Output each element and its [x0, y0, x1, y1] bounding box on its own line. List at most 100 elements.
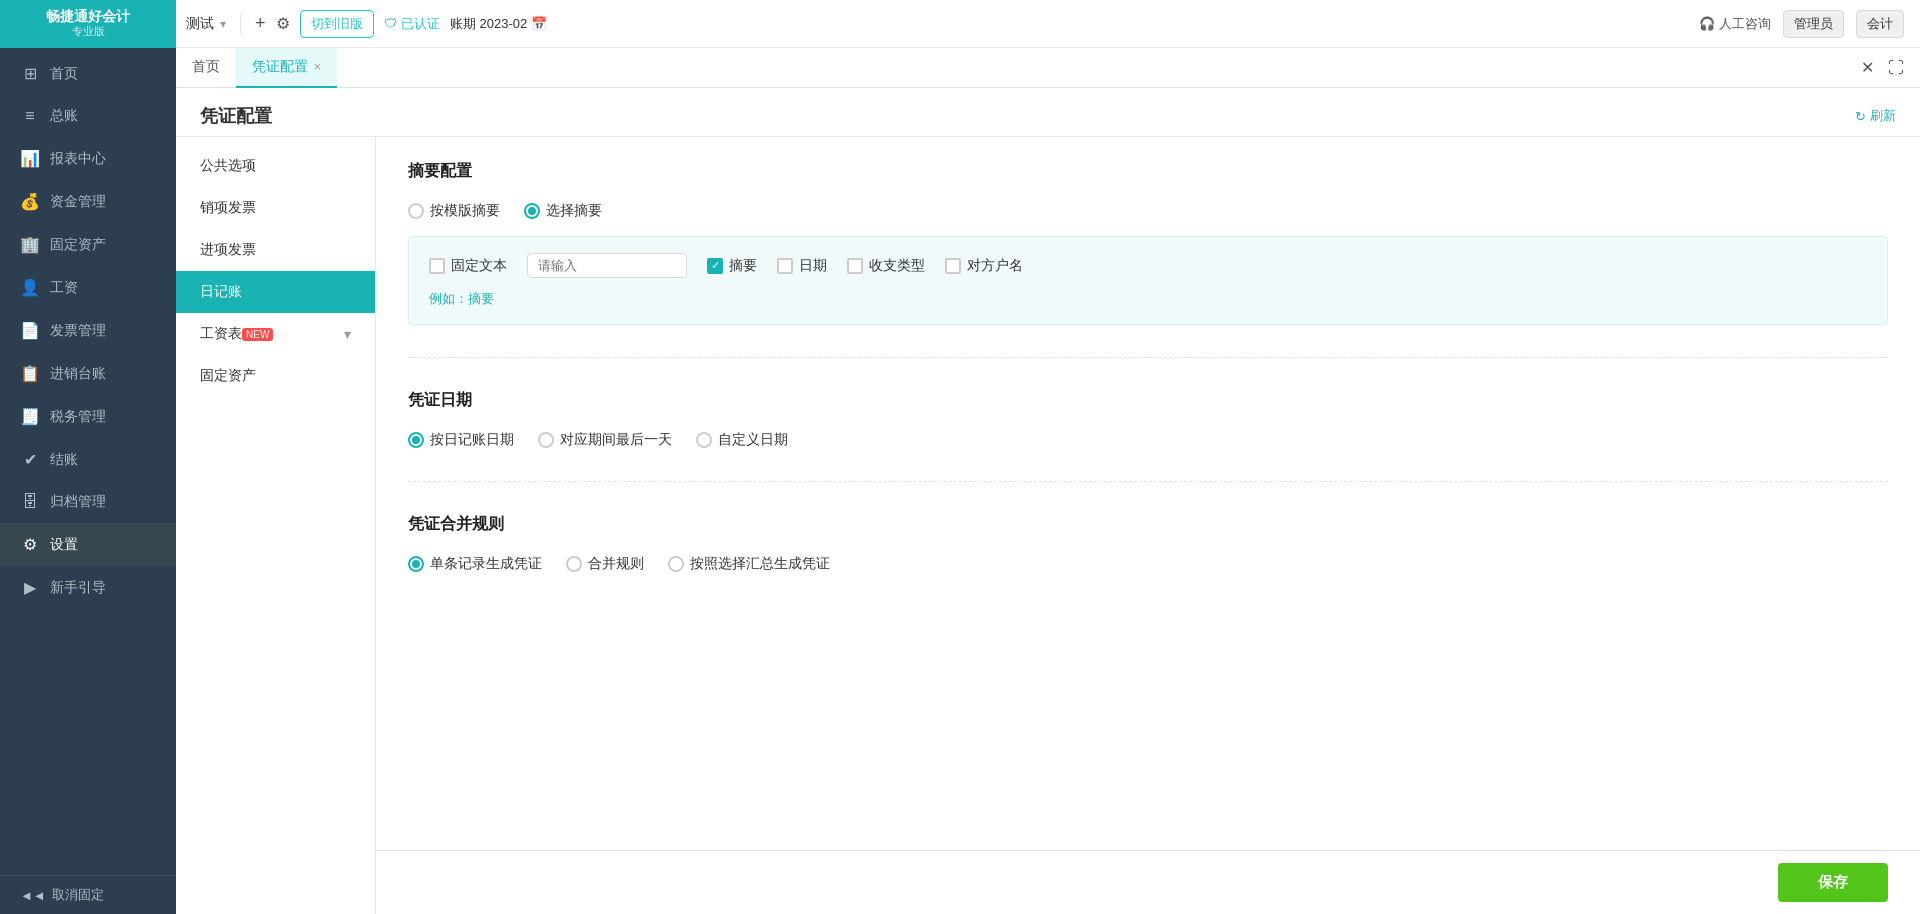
date-radio-custom[interactable]: 自定义日期 — [696, 431, 788, 449]
unpin-btn[interactable]: ◄◄ 取消固定 — [0, 875, 176, 914]
tab-home[interactable]: 首页 — [176, 48, 236, 88]
merge-radio-group: 单条记录生成凭证 合并规则 按照选择汇总生成凭证 — [408, 555, 1888, 573]
sidebar-item-reports[interactable]: 📊 报表中心 — [0, 137, 176, 180]
sidebar-item-home[interactable]: ⊞ 首页 — [0, 52, 176, 95]
tab-home-label: 首页 — [192, 58, 220, 76]
merge-section: 凭证合并规则 单条记录生成凭证 合并规则 — [408, 514, 1888, 605]
date-radio-period-last[interactable]: 对应期间最后一天 — [538, 431, 672, 449]
sidebar-item-label: 发票管理 — [50, 322, 106, 340]
sidebar-item-guide[interactable]: ▶ 新手引导 — [0, 566, 176, 609]
close-tab-btn[interactable]: ✕ — [1857, 54, 1878, 81]
summary-radio-template[interactable]: 按模版摘要 — [408, 202, 500, 220]
date-radio-group: 按日记账日期 对应期间最后一天 自定义日期 — [408, 431, 1888, 449]
radio-template-circle — [408, 203, 424, 219]
settings-icon: ⚙ — [20, 535, 40, 554]
fixed-text-input[interactable] — [527, 253, 687, 278]
fullscreen-btn[interactable]: ⛶ — [1884, 55, 1908, 81]
config-nav-sales-invoice[interactable]: 销项发票 — [176, 187, 375, 229]
period-display: 账期 2023-02 📅 — [450, 15, 548, 33]
expand-icon: ▾ — [344, 326, 351, 342]
radio-custom-circle — [696, 432, 712, 448]
tab-close-btn[interactable]: × — [314, 60, 321, 74]
sidebar-item-purchase-sale[interactable]: 📋 进销台账 — [0, 352, 176, 395]
unpin-label: 取消固定 — [52, 886, 104, 904]
save-button[interactable]: 保存 — [1778, 863, 1888, 902]
merge-radio-single[interactable]: 单条记录生成凭证 — [408, 555, 542, 573]
config-nav-fixed-label: 固定资产 — [200, 367, 256, 385]
config-nav-payroll[interactable]: 工资表 NEW ▾ — [176, 313, 375, 355]
sidebar-item-label: 税务管理 — [50, 408, 106, 426]
content-area: 首页 凭证配置 × ✕ ⛶ 凭证配置 ↻ 刷新 公共选项 — [176, 48, 1920, 914]
consult-btn[interactable]: 🎧 人工咨询 — [1699, 15, 1771, 33]
checkbox-date-label: 日期 — [799, 257, 827, 275]
sidebar-item-invoice[interactable]: 📄 发票管理 — [0, 309, 176, 352]
summary-radio-select[interactable]: 选择摘要 — [524, 202, 602, 220]
page-title: 凭证配置 — [200, 104, 272, 128]
accountant-btn[interactable]: 会计 — [1856, 10, 1904, 38]
topbar-right: 🎧 人工咨询 管理员 会计 — [1699, 10, 1904, 38]
date-title: 凭证日期 — [408, 390, 1888, 411]
radio-custom-label: 自定义日期 — [718, 431, 788, 449]
checkbox-fixed-label: 固定文本 — [451, 257, 507, 275]
config-nav-purchase-invoice[interactable]: 进项发票 — [176, 229, 375, 271]
add-icon[interactable]: + — [255, 13, 266, 34]
sidebar-item-close[interactable]: ✔ 结账 — [0, 438, 176, 481]
radio-selected-label: 按照选择汇总生成凭证 — [690, 555, 830, 573]
merge-radio-merge[interactable]: 合并规则 — [566, 555, 644, 573]
sidebar-item-label: 资金管理 — [50, 193, 106, 211]
radio-selected-circle — [668, 556, 684, 572]
checkbox-fixed-text[interactable]: 固定文本 — [429, 257, 507, 275]
assets-icon: 🏢 — [20, 235, 40, 254]
sidebar: ⊞ 首页 ≡ 总账 📊 报表中心 💰 资金管理 🏢 固定资产 👤 工资 — [0, 48, 176, 914]
config-nav-fixed-assets[interactable]: 固定资产 — [176, 355, 375, 397]
headset-icon: 🎧 — [1699, 16, 1715, 31]
radio-select-label: 选择摘要 — [546, 202, 602, 220]
radio-merge-label: 合并规则 — [588, 555, 644, 573]
config-nav-diary-label: 日记账 — [200, 283, 242, 301]
radio-template-label: 按模版摘要 — [430, 202, 500, 220]
date-radio-diary[interactable]: 按日记账日期 — [408, 431, 514, 449]
period-value: 2023-02 — [480, 16, 528, 31]
sidebar-item-funds[interactable]: 💰 资金管理 — [0, 180, 176, 223]
checkbox-counterparty[interactable]: 对方户名 — [945, 257, 1023, 275]
sidebar-item-label: 固定资产 — [50, 236, 106, 254]
radio-period-label: 对应期间最后一天 — [560, 431, 672, 449]
checkbox-summary[interactable]: 摘要 — [707, 257, 757, 275]
project-selector[interactable]: 测试 ▾ — [186, 15, 226, 33]
sidebar-item-salary[interactable]: 👤 工资 — [0, 266, 176, 309]
refresh-icon: ↻ — [1855, 109, 1866, 124]
reports-icon: 📊 — [20, 149, 40, 168]
config-nav-public[interactable]: 公共选项 — [176, 145, 375, 187]
logo-text: 畅捷通好会计 — [46, 8, 130, 25]
radio-period-circle — [538, 432, 554, 448]
calendar-icon[interactable]: 📅 — [531, 16, 547, 31]
checkbox-income-type[interactable]: 收支类型 — [847, 257, 925, 275]
sidebar-item-label: 新手引导 — [50, 579, 106, 597]
certified-badge: 🛡 已认证 — [384, 15, 440, 33]
sidebar-item-label: 工资 — [50, 279, 78, 297]
config-nav-diary[interactable]: 日记账 — [176, 271, 375, 313]
admin-btn[interactable]: 管理员 — [1783, 10, 1844, 38]
config-content: 摘要配置 按模版摘要 选择摘要 — [376, 137, 1920, 850]
funds-icon: 💰 — [20, 192, 40, 211]
sidebar-item-assets[interactable]: 🏢 固定资产 — [0, 223, 176, 266]
summary-section: 摘要配置 按模版摘要 选择摘要 — [408, 161, 1888, 358]
config-nav-sales-label: 销项发票 — [200, 199, 256, 217]
sidebar-item-label: 报表中心 — [50, 150, 106, 168]
summary-title: 摘要配置 — [408, 161, 1888, 182]
sidebar-item-label: 归档管理 — [50, 493, 106, 511]
merge-radio-selected[interactable]: 按照选择汇总生成凭证 — [668, 555, 830, 573]
refresh-btn[interactable]: ↻ 刷新 — [1855, 107, 1896, 125]
tabs-right: ✕ ⛶ — [1857, 54, 1920, 81]
invoice-icon: 📄 — [20, 321, 40, 340]
settings-icon[interactable]: ⚙ — [276, 14, 290, 33]
checkbox-date[interactable]: 日期 — [777, 257, 827, 275]
home-icon: ⊞ — [20, 64, 40, 83]
switch-old-btn[interactable]: 切到旧版 — [300, 10, 374, 38]
sidebar-item-archive[interactable]: 🗄 归档管理 — [0, 481, 176, 523]
sidebar-item-tax[interactable]: 🧾 税务管理 — [0, 395, 176, 438]
summary-example: 例如：摘要 — [429, 290, 1867, 308]
tab-config[interactable]: 凭证配置 × — [236, 48, 337, 88]
sidebar-item-ledger[interactable]: ≡ 总账 — [0, 95, 176, 137]
sidebar-item-settings[interactable]: ⚙ 设置 — [0, 523, 176, 566]
